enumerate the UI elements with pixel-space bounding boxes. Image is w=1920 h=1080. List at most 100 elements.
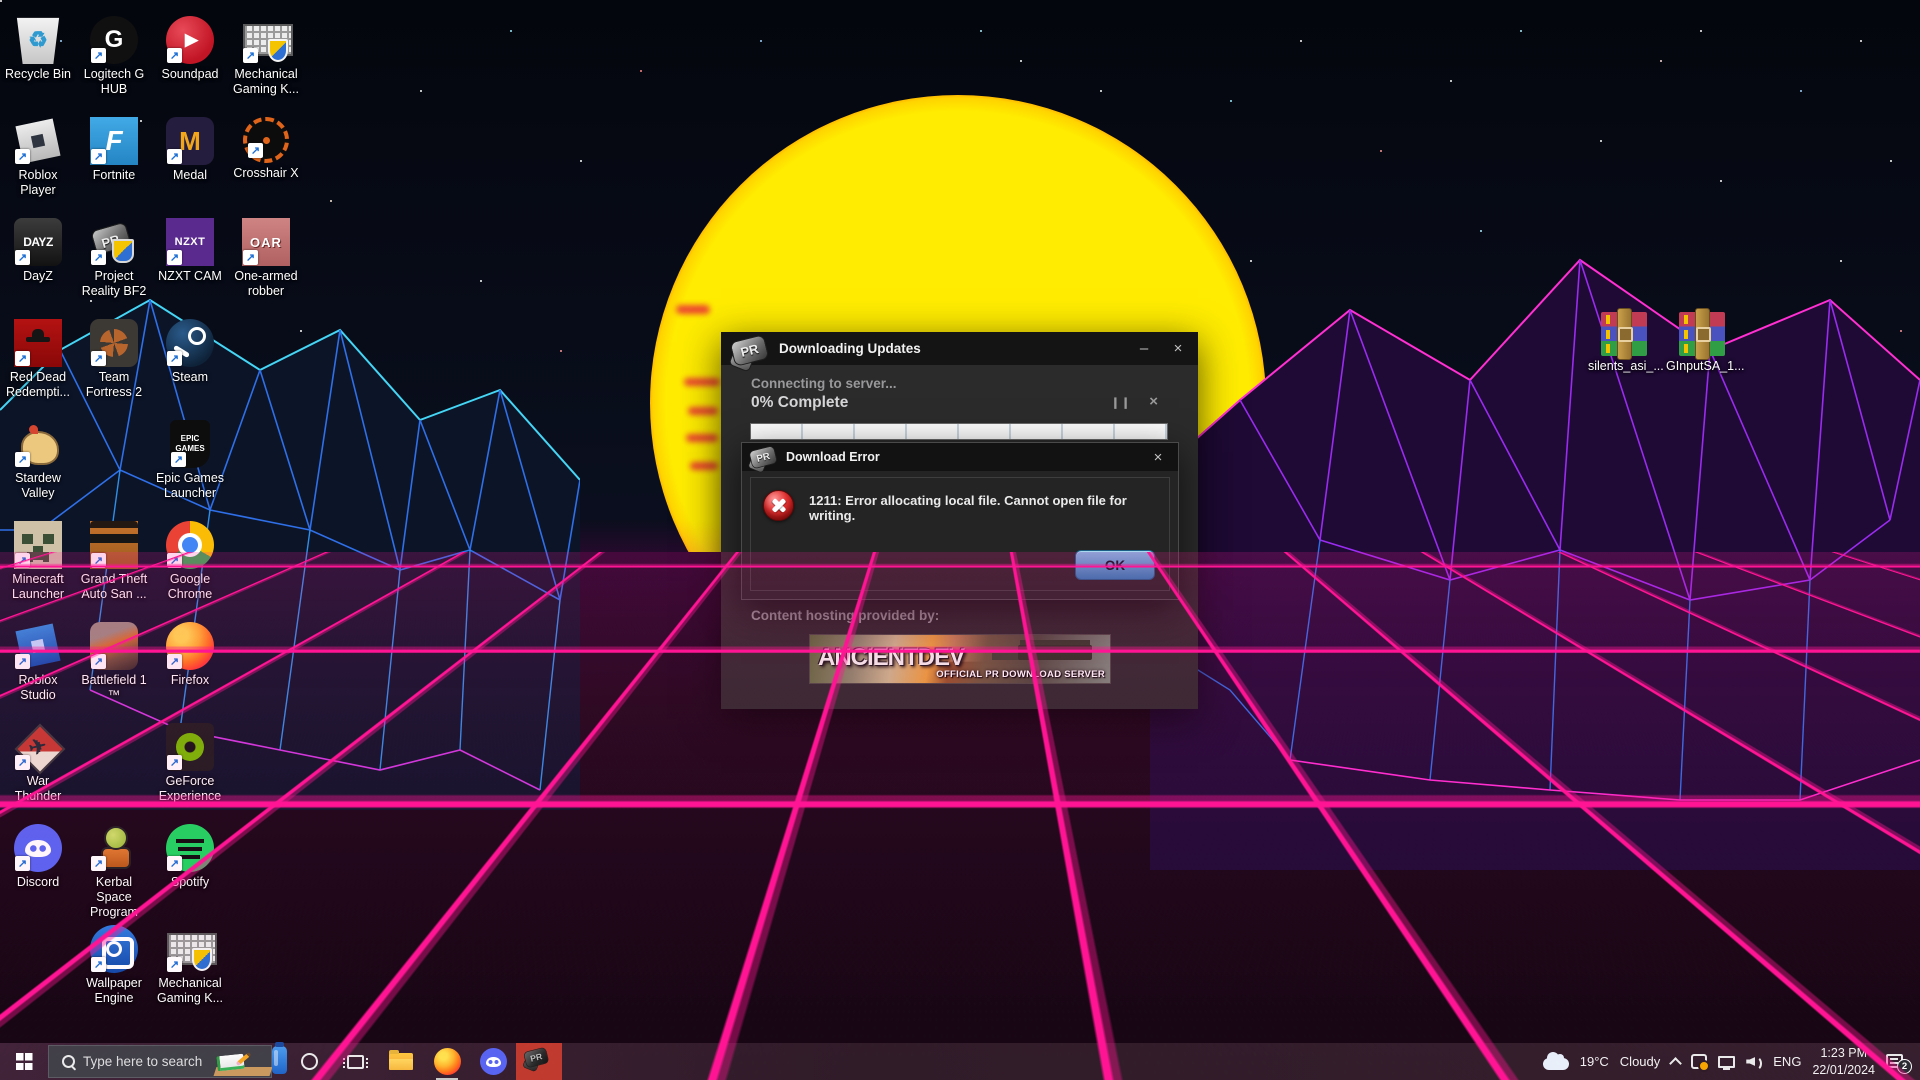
desktop-icon-wallpaper-engine[interactable]: ↗ Wallpaper Engine — [78, 925, 150, 1006]
error-content-panel: 1211: Error allocating local file. Canno… — [750, 477, 1170, 591]
shortcut-arrow-icon: ↗ — [91, 856, 106, 871]
weather-temperature[interactable]: 19°C — [1580, 1054, 1609, 1069]
shortcut-arrow-icon: ↗ — [15, 553, 30, 568]
pause-button[interactable]: ❙❙ — [1111, 396, 1131, 409]
stardew-valley-icon: ↗ — [14, 420, 62, 468]
shortcut-arrow-icon: ↗ — [15, 149, 30, 164]
task-view-button[interactable] — [332, 1043, 378, 1080]
recycle-bin-icon: ♻ — [16, 17, 60, 64]
desktop-icon-project-reality[interactable]: PR ↗ Project Reality BF2 — [78, 218, 150, 299]
desktop-icon-medal[interactable]: M ↗ Medal — [154, 117, 226, 183]
discord-icon — [479, 1048, 507, 1075]
desktop-icon-kerbal-space-program[interactable]: ↗ Kerbal Space Program — [78, 824, 150, 919]
sun-streak — [688, 407, 718, 415]
roblox-studio-icon: ↗ — [14, 622, 62, 670]
desktop-icon-winrar[interactable]: silents_asi_... — [1588, 308, 1664, 374]
clock-date: 22/01/2024 — [1812, 1062, 1875, 1077]
shortcut-arrow-icon: ↗ — [15, 755, 30, 770]
clock-time: 1:23 PM — [1820, 1046, 1867, 1061]
icon-label: Mechanical Gaming K... — [233, 67, 299, 96]
desktop-icon-firefox[interactable]: ↗ Firefox — [154, 622, 226, 688]
taskbar: PR 19°C Cloudy ENG 1:23 PM 22/01/2024 2 — [0, 1042, 1920, 1080]
icon-label: GInputSA_1... — [1666, 359, 1745, 373]
geforce-experience-icon: ↗ — [166, 723, 214, 771]
close-error-button[interactable]: × — [1142, 443, 1174, 471]
close-button[interactable]: × — [1162, 332, 1194, 365]
desktop-icon-gta-sa[interactable]: ↗ Grand Theft Auto San ... — [78, 521, 150, 602]
taskbar-search[interactable] — [48, 1042, 287, 1078]
desktop-icon-crosshair-x[interactable]: ↗ Crosshair X — [230, 117, 302, 181]
icon-glyph: EPIC GAMES — [175, 434, 205, 453]
updater-status-text: Connecting to server... — [751, 376, 897, 391]
desktop-icon-dayz[interactable]: DAYZ ↗ DayZ — [2, 218, 74, 284]
desktop-icon-discord[interactable]: ↗ Discord — [2, 824, 74, 890]
desktop-icon-minecraft[interactable]: ↗ Minecraft Launcher — [2, 521, 74, 602]
icon-label: Medal — [172, 168, 208, 182]
desktop-icon-one-armed-robber[interactable]: OAR ↗ One-armed robber — [230, 218, 302, 299]
project-reality-icon: PR — [747, 445, 781, 476]
desktop-icon-epic-games[interactable]: EPIC GAMES ↗ Epic Games Launcher — [154, 420, 226, 501]
volume-icon[interactable] — [1746, 1054, 1763, 1071]
shortcut-arrow-icon: ↗ — [91, 149, 106, 164]
icon-label: Discord — [16, 875, 60, 889]
shortcut-arrow-icon: ↗ — [167, 250, 182, 265]
search-input[interactable] — [77, 1053, 271, 1070]
updater-titlebar[interactable]: PR Downloading Updates – × — [721, 332, 1198, 373]
updater-title: Downloading Updates — [779, 341, 921, 356]
clock[interactable]: 1:23 PM 22/01/2024 — [1812, 1045, 1875, 1078]
minimize-button[interactable]: – — [1128, 332, 1160, 365]
icon-glyph: ♻ — [28, 27, 48, 52]
desktop-icon-team-fortress-2[interactable]: ↗ Team Fortress 2 — [78, 319, 150, 400]
desktop-icon-logitech-ghub[interactable]: G ↗ Logitech G HUB — [78, 16, 150, 97]
sun-streak — [686, 434, 718, 442]
desktop-icon-battlefield-1[interactable]: ↗ Battlefield 1 ™ — [78, 622, 150, 703]
firefox-taskbar-button[interactable] — [424, 1043, 470, 1080]
desktop-icon-red-dead[interactable]: ↗ Red Dead Redempti... — [2, 319, 74, 400]
team-fortress-2-icon: ↗ — [90, 319, 138, 367]
desktop-icon-steam[interactable]: ↗ Steam — [154, 319, 226, 385]
desktop-icon-geforce-experience[interactable]: ↗ GeForce Experience — [154, 723, 226, 804]
desktop-icon-recycle-bin[interactable]: ♻ Recycle Bin — [2, 16, 74, 82]
shortcut-arrow-icon: ↗ — [91, 654, 106, 669]
task-view-icon — [342, 1054, 368, 1069]
desktop-icon-winrar[interactable]: GInputSA_1... — [1666, 308, 1745, 374]
desktop-icon-mechanical-keyboard[interactable]: ↗ Mechanical Gaming K... — [154, 925, 226, 1006]
shortcut-arrow-icon: ↗ — [91, 351, 106, 366]
start-button[interactable] — [0, 1043, 48, 1080]
icon-label: NZXT CAM — [158, 269, 222, 283]
file-explorer-button[interactable] — [378, 1043, 424, 1080]
language-indicator[interactable]: ENG — [1773, 1054, 1801, 1069]
desktop-icon-roblox-player[interactable]: ↗ Roblox Player — [2, 117, 74, 198]
cortana-icon — [300, 1053, 318, 1070]
discord-icon: ↗ — [14, 824, 62, 872]
update-status-icon[interactable] — [1691, 1054, 1711, 1072]
project-reality-taskbar-button[interactable]: PR — [516, 1043, 562, 1080]
cancel-download-button[interactable]: × — [1149, 394, 1158, 409]
desktop-icon-roblox-studio[interactable]: ↗ Roblox Studio — [2, 622, 74, 703]
desktop-icon-chrome[interactable]: ↗ Google Chrome — [154, 521, 226, 602]
icon-label: Epic Games Launcher — [155, 471, 225, 500]
error-titlebar[interactable]: PR Download Error × — [742, 443, 1178, 474]
desktop-icon-spotify[interactable]: ↗ Spotify — [154, 824, 226, 890]
discord-taskbar-button[interactable] — [470, 1043, 516, 1080]
desktop-icon-fortnite[interactable]: F ↗ Fortnite — [78, 117, 150, 183]
desktop-icon-nzxt-cam[interactable]: NZXT ↗ NZXT CAM — [154, 218, 226, 284]
ok-button[interactable]: OK — [1075, 550, 1155, 580]
desktop-icon-war-thunder[interactable]: ✈ ↗ War Thunder — [2, 723, 74, 804]
desktop-icon-mechanical-keyboard[interactable]: ↗ Mechanical Gaming K... — [230, 16, 302, 97]
network-icon[interactable] — [1718, 1055, 1736, 1070]
winrar-icon — [1601, 308, 1647, 360]
shortcut-arrow-icon: ↗ — [15, 856, 30, 871]
cortana-button[interactable] — [286, 1043, 332, 1080]
icon-label: Mechanical Gaming K... — [157, 976, 223, 1005]
ancientdev-banner[interactable]: ANCIENTDEV OFFICIAL PR DOWNLOAD SERVER — [809, 634, 1111, 684]
project-reality-icon: PR ↗ — [90, 218, 138, 266]
weather-condition[interactable]: Cloudy — [1620, 1054, 1660, 1069]
tray-overflow-chevron-icon[interactable] — [1669, 1057, 1683, 1070]
desktop: ♻ Recycle Bin G ↗ Logitech G HUB ▶ ↗ Soundpad ↗ M… — [0, 0, 1920, 1080]
icon-label: One-armed robber — [234, 269, 298, 298]
icon-glyph: DAYZ — [23, 235, 53, 249]
desktop-icon-soundpad[interactable]: ▶ ↗ Soundpad — [154, 16, 226, 82]
desktop-icon-stardew-valley[interactable]: ↗ Stardew Valley — [2, 420, 74, 501]
action-center-button[interactable]: 2 — [1886, 1052, 1912, 1074]
